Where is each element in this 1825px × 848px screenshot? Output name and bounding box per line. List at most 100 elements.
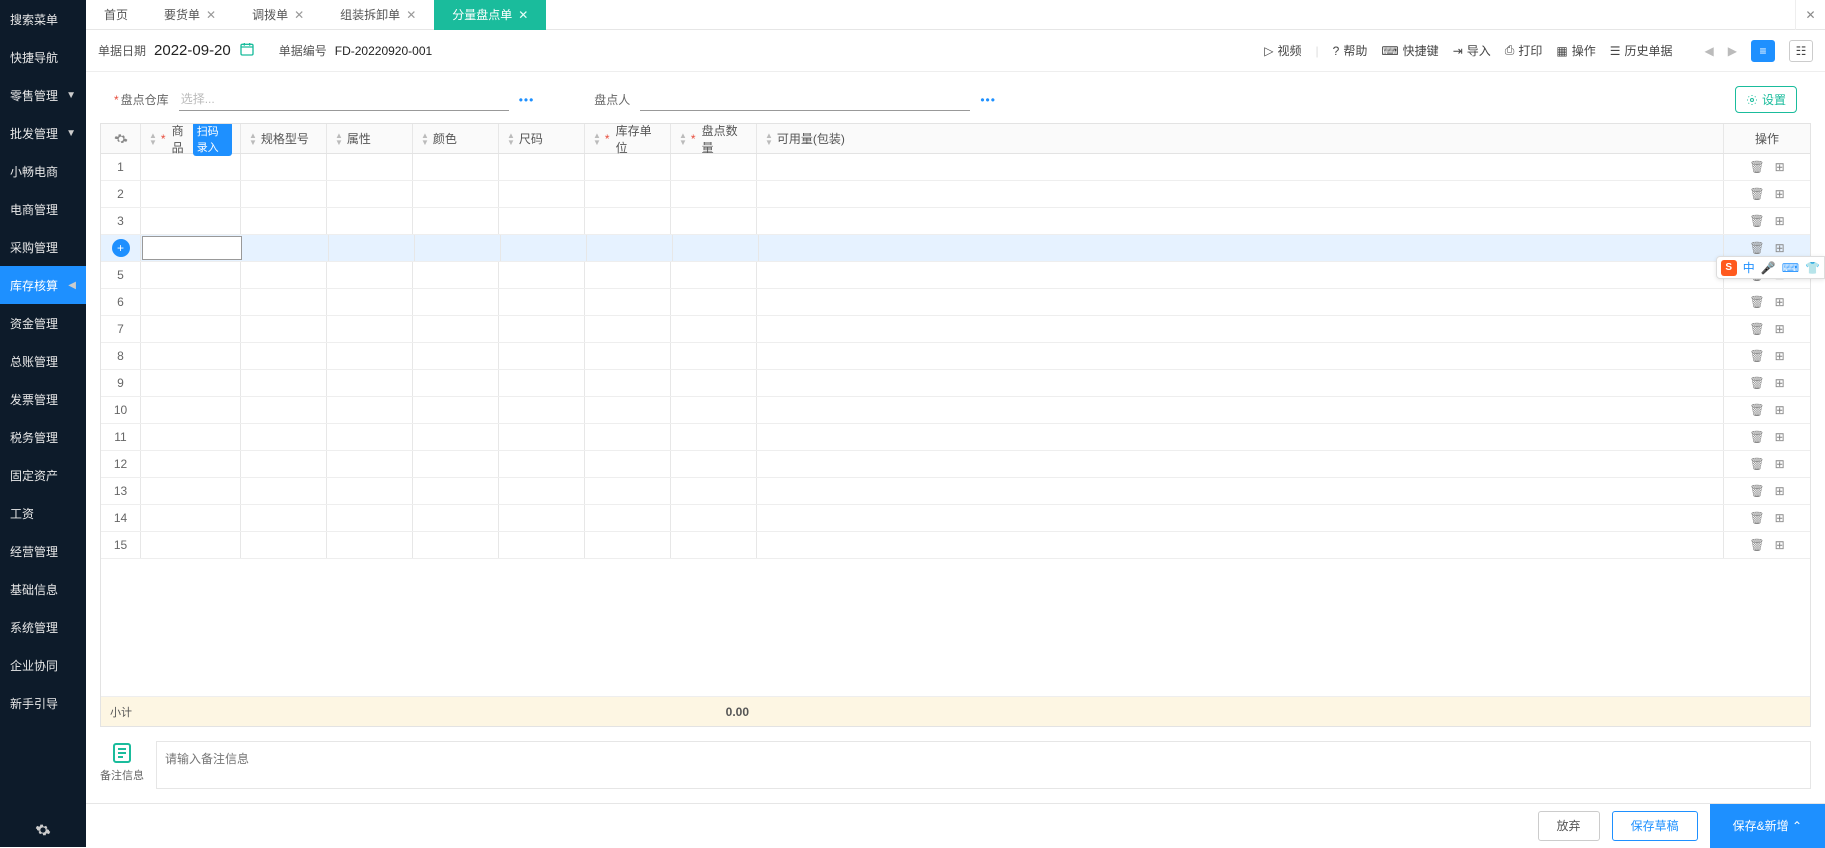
view-list[interactable]: ≡ — [1751, 40, 1775, 62]
scan-badge[interactable]: 扫码录入 — [193, 123, 232, 156]
delete-icon[interactable]: 🗑 — [1749, 349, 1764, 363]
copy-icon[interactable]: ⊞ — [1775, 403, 1785, 417]
tab-close-icon[interactable]: ✕ — [518, 8, 528, 22]
delete-icon[interactable]: 🗑 — [1749, 241, 1764, 255]
sidebar-item-17[interactable]: 企业协同 — [0, 646, 86, 684]
delete-icon[interactable]: 🗑 — [1749, 538, 1764, 552]
copy-icon[interactable]: ⊞ — [1775, 457, 1785, 471]
ime-keyboard-icon[interactable]: ⌨ — [1782, 261, 1799, 275]
table-row[interactable]: 8🗑⊞ — [101, 343, 1810, 370]
sidebar-item-3[interactable]: 批发管理▼ — [0, 114, 86, 152]
ime-more-icon[interactable]: 👕 — [1805, 261, 1820, 275]
tool-shortcut[interactable]: ⌨快捷键 — [1381, 42, 1438, 59]
add-row-button[interactable]: + — [112, 239, 130, 257]
tab-1[interactable]: 要货单✕ — [146, 0, 234, 30]
col-size[interactable]: ▲▼尺码 — [499, 124, 585, 153]
tab-close-icon[interactable]: ✕ — [206, 8, 216, 22]
copy-icon[interactable]: ⊞ — [1775, 214, 1785, 228]
table-row[interactable]: 14🗑⊞ — [101, 505, 1810, 532]
person-input[interactable] — [640, 88, 970, 111]
delete-icon[interactable]: 🗑 — [1749, 511, 1764, 525]
tab-0[interactable]: 首页 — [86, 0, 146, 30]
discard-button[interactable]: 放弃 — [1538, 811, 1600, 841]
sidebar-item-18[interactable]: 新手引导 — [0, 684, 86, 722]
sidebar-item-15[interactable]: 基础信息 — [0, 570, 86, 608]
table-row[interactable]: 15🗑⊞ — [101, 532, 1810, 559]
date-value[interactable]: 2022-09-20 — [154, 42, 231, 59]
view-detail[interactable]: ☷ — [1789, 40, 1813, 62]
sidebar-item-4[interactable]: 小畅电商 — [0, 152, 86, 190]
copy-icon[interactable]: ⊞ — [1775, 295, 1785, 309]
copy-icon[interactable]: ⊞ — [1775, 484, 1785, 498]
close-all-tabs[interactable]: ✕ — [1795, 0, 1825, 30]
tool-help[interactable]: ?帮助 — [1333, 42, 1368, 59]
delete-icon[interactable]: 🗑 — [1749, 457, 1764, 471]
tool-video[interactable]: ▷视频 — [1264, 42, 1301, 59]
sidebar-item-12[interactable]: 固定资产 — [0, 456, 86, 494]
delete-icon[interactable]: 🗑 — [1749, 295, 1764, 309]
settings-chip[interactable]: 设置 — [1735, 86, 1797, 113]
sidebar-settings-gear[interactable] — [0, 813, 86, 847]
ime-mic-icon[interactable]: 🎤 — [1761, 261, 1776, 275]
sidebar-item-7[interactable]: 库存核算◀ — [0, 266, 86, 304]
delete-icon[interactable]: 🗑 — [1749, 214, 1764, 228]
delete-icon[interactable]: 🗑 — [1749, 484, 1764, 498]
warehouse-input[interactable] — [179, 88, 509, 111]
copy-icon[interactable]: ⊞ — [1775, 511, 1785, 525]
tab-close-icon[interactable]: ✕ — [294, 8, 304, 22]
delete-icon[interactable]: 🗑 — [1749, 322, 1764, 336]
sidebar-item-11[interactable]: 税务管理 — [0, 418, 86, 456]
copy-icon[interactable]: ⊞ — [1775, 241, 1785, 255]
tab-2[interactable]: 调拨单✕ — [234, 0, 322, 30]
sidebar-item-8[interactable]: 资金管理 — [0, 304, 86, 342]
tool-print[interactable]: ⎙打印 — [1505, 42, 1543, 59]
copy-icon[interactable]: ⊞ — [1775, 430, 1785, 444]
person-more-icon[interactable]: ••• — [980, 93, 996, 107]
sidebar-item-9[interactable]: 总账管理 — [0, 342, 86, 380]
warehouse-more-icon[interactable]: ••• — [519, 93, 535, 107]
sidebar-item-0[interactable]: 搜索菜单 — [0, 0, 86, 38]
tab-3[interactable]: 组装拆卸单✕ — [322, 0, 434, 30]
sidebar-item-2[interactable]: 零售管理▼ — [0, 76, 86, 114]
delete-icon[interactable]: 🗑 — [1749, 430, 1764, 444]
tool-import[interactable]: ⇥导入 — [1453, 42, 1491, 59]
table-row[interactable]: 10🗑⊞ — [101, 397, 1810, 424]
copy-icon[interactable]: ⊞ — [1775, 349, 1785, 363]
col-unit[interactable]: ▲▼*库存单位 — [585, 124, 671, 153]
delete-icon[interactable]: 🗑 — [1749, 187, 1764, 201]
tool-operate[interactable]: ▦操作 — [1556, 42, 1595, 59]
copy-icon[interactable]: ⊞ — [1775, 376, 1785, 390]
copy-icon[interactable]: ⊞ — [1775, 538, 1785, 552]
table-row[interactable]: + 🗑 ⊞ — [101, 235, 1810, 262]
sidebar-item-6[interactable]: 采购管理 — [0, 228, 86, 266]
col-attr[interactable]: ▲▼属性 — [327, 124, 413, 153]
col-qty[interactable]: ▲▼*盘点数量 — [671, 124, 757, 153]
calendar-icon[interactable] — [239, 41, 255, 60]
table-row[interactable]: 11🗑⊞ — [101, 424, 1810, 451]
table-row[interactable]: 7🗑⊞ — [101, 316, 1810, 343]
table-row[interactable]: 12🗑⊞ — [101, 451, 1810, 478]
col-spec[interactable]: ▲▼规格型号 — [241, 124, 327, 153]
table-row[interactable]: 9🗑⊞ — [101, 370, 1810, 397]
col-avail[interactable]: ▲▼可用量(包装) — [757, 124, 1724, 153]
table-row[interactable]: 6🗑⊞ — [101, 289, 1810, 316]
sidebar-item-13[interactable]: 工资 — [0, 494, 86, 532]
copy-icon[interactable]: ⊞ — [1775, 187, 1785, 201]
delete-icon[interactable]: 🗑 — [1749, 403, 1764, 417]
tab-close-icon[interactable]: ✕ — [406, 8, 416, 22]
sidebar-item-14[interactable]: 经营管理 — [0, 532, 86, 570]
tool-history[interactable]: ☰历史单据 — [1610, 42, 1673, 59]
sidebar-item-10[interactable]: 发票管理 — [0, 380, 86, 418]
table-row[interactable]: 3🗑⊞ — [101, 208, 1810, 235]
table-row[interactable]: 5🗑⊞ — [101, 262, 1810, 289]
col-gear[interactable] — [101, 124, 141, 153]
copy-icon[interactable]: ⊞ — [1775, 322, 1785, 336]
ime-toolbar[interactable]: S 中 🎤 ⌨ 👕 — [1716, 256, 1825, 279]
sidebar-item-5[interactable]: 电商管理 — [0, 190, 86, 228]
delete-icon[interactable]: 🗑 — [1749, 376, 1764, 390]
save-new-button[interactable]: 保存&新增 ⌃ — [1710, 804, 1825, 848]
save-draft-button[interactable]: 保存草稿 — [1612, 811, 1698, 841]
sidebar-item-16[interactable]: 系统管理 — [0, 608, 86, 646]
remark-input[interactable] — [156, 741, 1811, 789]
col-product[interactable]: ▲▼*商品 扫码录入 — [141, 124, 241, 153]
